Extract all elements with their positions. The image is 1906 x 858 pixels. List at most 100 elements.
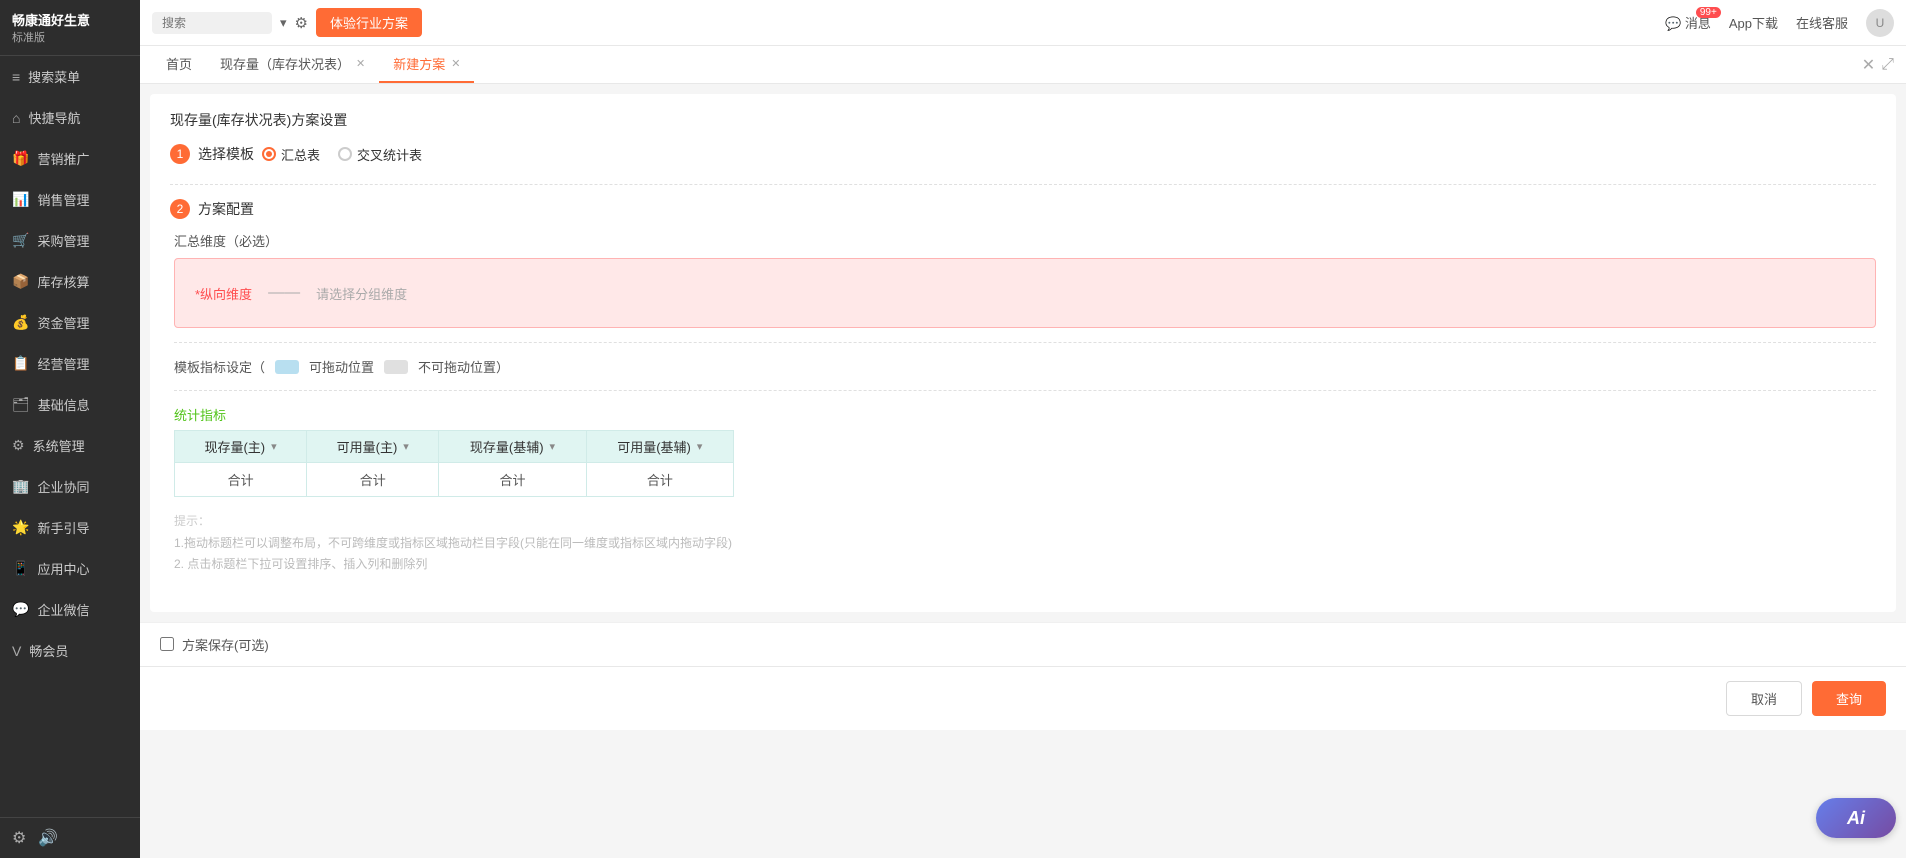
stats-col-2-header[interactable]: 可用量(主) ▾ [307,431,439,463]
step2-label: 方案配置 [198,199,254,219]
finance-icon: 💰 [12,314,29,331]
dimension-separator: —— [268,284,300,302]
col1-label: 现存量(主) [204,437,265,456]
tab-home-label: 首页 [166,54,192,73]
sidebar-item-search-menu[interactable]: ≡ 搜索菜单 [0,56,140,97]
purchase-label: 采购管理 [37,231,89,250]
search-dropdown-icon[interactable]: ▾ [280,15,287,31]
sidebar-item-finance[interactable]: 💰 资金管理 [0,302,140,343]
draggable-indicator [275,360,299,374]
tab-inventory-close-icon[interactable]: ✕ [356,57,365,70]
tab-inventory-label: 现存量（库存状况表） [220,54,350,73]
col3-chevron-icon[interactable]: ▾ [550,440,556,453]
page-title: 现存量(库存状况表)方案设置 [170,110,1876,130]
quick-nav-label: 快捷导航 [28,108,80,127]
radio-cross-label: 交叉统计表 [357,145,422,164]
sidebar-item-system[interactable]: ⚙系统管理 [0,425,140,466]
member-label: 畅会员 [29,641,68,660]
dimension-placeholder[interactable]: 请选择分组维度 [316,284,407,303]
finance-label: 资金管理 [37,313,89,332]
ai-bubble[interactable]: Ai [1816,798,1896,838]
online-service-link[interactable]: 在线客服 [1796,13,1848,32]
fixed-label: 不可拖动位置） [418,357,509,376]
sidebar-item-inventory[interactable]: 📦库存核算 [0,261,140,302]
basic-info-icon: 🗂 [12,396,30,413]
sidebar-item-new-guide[interactable]: 🌟新手引导 [0,507,140,548]
tip-item-1: 1.拖动标题栏可以调整布局，不可跨维度或指标区域拖动栏目字段(只能在同一维度或指… [174,533,1876,555]
stats-table-header-row: 现存量(主) ▾ 可用量(主) ▾ [175,431,734,463]
stats-col-4-header[interactable]: 可用量(基辅) ▾ [586,431,733,463]
col4-label: 可用量(基辅) [617,437,691,456]
sales-label: 销售管理 [37,190,89,209]
sidebar-item-marketing[interactable]: 🎁 营销推广 [0,138,140,179]
col3-value: 合计 [439,463,586,497]
marketing-icon: 🎁 [12,150,29,167]
col4-chevron-icon[interactable]: ▾ [697,440,703,453]
app-center-label: 应用中心 [37,559,89,578]
col3-label: 现存量(基辅) [470,437,544,456]
divider-1 [170,184,1876,185]
sidebar-item-wechat[interactable]: 💬企业微信 [0,589,140,630]
query-button[interactable]: 查询 [1812,681,1886,716]
message-badge[interactable]: 💬 消息 99+ [1665,13,1711,32]
cancel-button[interactable]: 取消 [1726,681,1802,716]
settings-icon[interactable]: ⚙ [12,828,26,848]
tab-inventory-status[interactable]: 现存量（库存状况表） ✕ [206,46,379,83]
marketing-label: 营销推广 [37,149,89,168]
stats-col-3-header[interactable]: 现存量(基辅) ▾ [439,431,586,463]
search-menu-icon: ≡ [12,69,20,85]
radio-cross[interactable]: 交叉统计表 [338,145,422,164]
system-icon: ⚙ [12,437,25,454]
tab-bar: 首页 现存量（库存状况表） ✕ 新建方案 ✕ ✕ ⤢ [140,46,1906,84]
purchase-icon: 🛒 [12,232,29,249]
stats-table-data-row: 合计 合计 合计 合计 [175,463,734,497]
search-input[interactable] [152,12,272,34]
footer-buttons: 取消 查询 [140,666,1906,730]
step1-section: 1 选择模板 汇总表 交叉统计表 [170,144,1876,164]
sidebar-item-member[interactable]: V 畅会员 [0,630,140,671]
sidebar-item-basic-info[interactable]: 🗂基础信息 [0,384,140,425]
dimension-row: *纵向维度 —— 请选择分组维度 [195,284,407,303]
sidebar-item-management[interactable]: 📋经营管理 [0,343,140,384]
dimension-area: *纵向维度 —— 请选择分组维度 [174,258,1876,328]
divider-3 [174,390,1876,391]
stats-section-label: 统计指标 [174,405,1876,424]
tab-new-plan-close-icon[interactable]: ✕ [451,57,460,70]
sidebar-item-app-center[interactable]: 📱 应用中心 [0,548,140,589]
sidebar-item-sales[interactable]: 📊销售管理 [0,179,140,220]
management-icon: 📋 [12,355,29,372]
col2-label: 可用量(主) [337,437,398,456]
sidebar-item-quick-nav[interactable]: ⌂快捷导航 [0,97,140,138]
trial-button[interactable]: 体验行业方案 [316,8,422,37]
inventory-label: 库存核算 [37,272,89,291]
divider-2 [174,342,1876,343]
dimension-required-label: *纵向维度 [195,284,252,303]
col1-chevron-icon[interactable]: ▾ [271,440,277,453]
search-menu-label: 搜索菜单 [28,67,80,86]
user-avatar[interactable]: U [1866,9,1894,37]
tab-home[interactable]: 首页 [152,46,206,83]
col2-chevron-icon[interactable]: ▾ [403,440,409,453]
tips-section: 提示： 1.拖动标题栏可以调整布局，不可跨维度或指标区域拖动栏目字段(只能在同一… [174,511,1876,576]
sidebar-item-enterprise[interactable]: 🏢企业协同 [0,466,140,507]
sound-icon[interactable]: 🔊 [38,828,58,848]
app-title: 畅康通好生意 [12,10,128,29]
sidebar-item-purchase[interactable]: 🛒 采购管理 [0,220,140,261]
sidebar-nav: ≡ 搜索菜单 ⌂快捷导航 🎁 营销推广 📊销售管理 🛒 采购管理 📦库存核算 💰 资金管理 📋经营管理… [0,56,140,817]
app-center-icon: 📱 [12,560,29,577]
topbar-right: 💬 消息 99+ App下载 在线客服 U [1665,9,1894,37]
gear-icon[interactable]: ⚙ [295,14,308,32]
col1-value: 合计 [175,463,307,497]
radio-summary[interactable]: 汇总表 [262,145,320,164]
save-label: 方案保存(可选) [182,635,269,654]
panel-expand-btn[interactable]: ⤢ [1881,55,1894,75]
member-icon: V [12,643,21,659]
app-download-link[interactable]: App下载 [1729,13,1778,32]
enterprise-label: 企业协同 [37,477,89,496]
template-radio-group: 汇总表 交叉统计表 [262,145,422,164]
stats-col-1-header[interactable]: 现存量(主) ▾ [175,431,307,463]
panel-minimize-btn[interactable]: ✕ [1862,55,1875,75]
new-guide-icon: 🌟 [12,519,29,536]
tab-new-plan[interactable]: 新建方案 ✕ [379,46,474,83]
save-checkbox[interactable] [160,637,174,651]
